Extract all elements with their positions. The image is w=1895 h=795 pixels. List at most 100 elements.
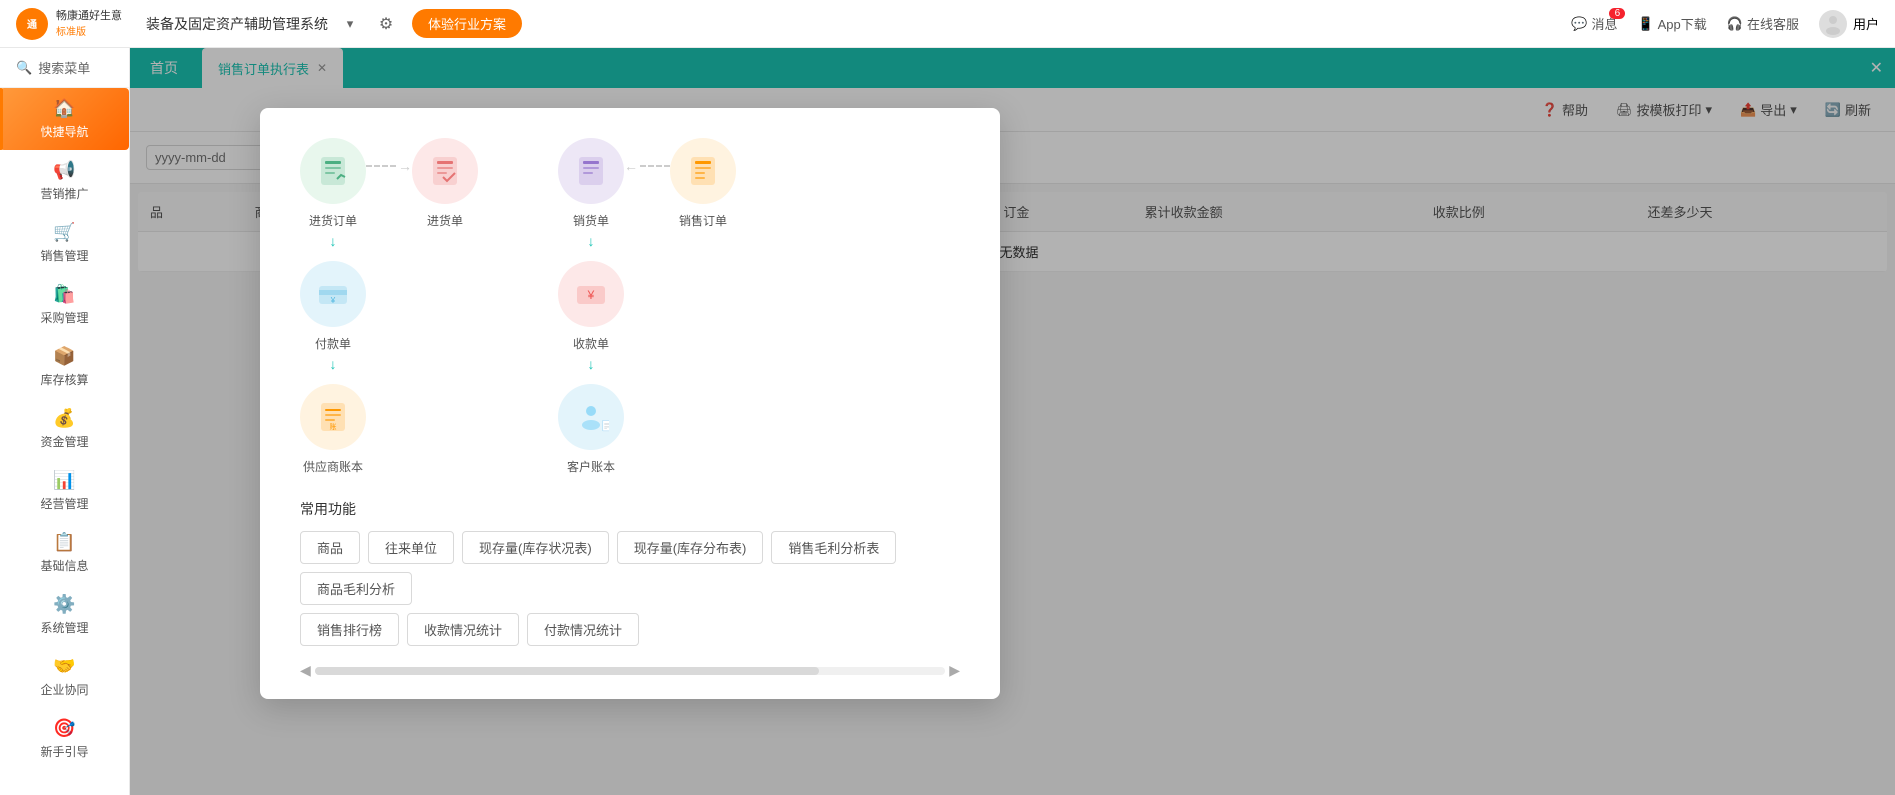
sidebar-item-operations-label: 经营管理 [40, 495, 88, 512]
svg-text:¥: ¥ [587, 288, 595, 302]
common-btn-inventory-dist[interactable]: 现存量(库存分布表) [617, 531, 764, 564]
app-logo-text: 畅康通好生意 [56, 9, 122, 23]
common-btn-sales-profit[interactable]: 销售毛利分析表 [771, 531, 896, 564]
flow-node-customer[interactable]: 📄 客户账本 [558, 384, 624, 475]
system-title: 装备及固定资产辅助管理系统 [146, 14, 328, 34]
arrow-right-2-col: ← [624, 158, 670, 174]
settings-gear-button[interactable]: ⚙ [372, 10, 400, 38]
sidebar-item-enterprise[interactable]: 🤝 企业协同 [0, 646, 129, 708]
common-btn-receipt-stats[interactable]: 收款情况统计 [407, 613, 519, 646]
content-area: 首页 销售订单执行表 ✕ ✕ ❓ 帮助 🖨 按模板打印 ▾ [130, 48, 1895, 795]
sidebar-item-quick-nav-label: 快捷导航 [40, 123, 88, 140]
down-arrow-4: ↓ [588, 356, 595, 372]
download-icon: 📱 [1637, 16, 1653, 32]
purchase-icon: 🛍️ [53, 284, 75, 305]
scroll-right-arrow[interactable]: ▶ [949, 662, 960, 679]
down-arrow-2: ↓ [330, 356, 337, 372]
flow-node-sales-order[interactable]: 销售订单 [670, 138, 736, 229]
sidebar-item-basic[interactable]: 📋 基础信息 [0, 522, 129, 584]
sidebar-item-marketing[interactable]: 📢 营销推广 [0, 150, 129, 212]
sidebar-item-basic-label: 基础信息 [40, 557, 88, 574]
flow-node-supplier[interactable]: 账 供应商账本 [300, 384, 366, 475]
sidebar: 🔍 搜索菜单 🏠 快捷导航 📢 营销推广 🛒 销售管理 🛍️ 采购管理 📦 库存… [0, 48, 130, 795]
down-arrow-3: ↓ [588, 233, 595, 249]
basic-icon: 📋 [53, 532, 75, 553]
svg-text:通: 通 [27, 19, 37, 31]
supplier-label: 供应商账本 [303, 458, 363, 475]
sidebar-item-purchase[interactable]: 🛍️ 采购管理 [0, 274, 129, 336]
sidebar-item-marketing-label: 营销推广 [40, 185, 88, 202]
common-btn-inventory-status[interactable]: 现存量(库存状况表) [462, 531, 609, 564]
operations-icon: 📊 [53, 470, 75, 491]
flow-node-payment[interactable]: ¥ 付款单 [300, 261, 366, 352]
sidebar-item-operations[interactable]: 📊 经营管理 [0, 460, 129, 522]
app-download-button[interactable]: 📱 App下载 [1637, 14, 1706, 33]
dropdown-icon[interactable]: ▾ [340, 14, 360, 34]
sidebar-item-finance[interactable]: 💰 资金管理 [0, 398, 129, 460]
flow-node-purchase-bill[interactable]: 进货单 [412, 138, 478, 229]
top-header: 通 畅康通好生意 标准版 装备及固定资产辅助管理系统 ▾ ⚙ 体验行业方案 💬 … [0, 0, 1895, 48]
sidebar-item-guide-label: 新手引导 [40, 743, 88, 760]
flow-node-sales-bill[interactable]: 销货单 [558, 138, 624, 229]
search-menu-item[interactable]: 🔍 搜索菜单 [0, 48, 129, 88]
trial-button[interactable]: 体验行业方案 [412, 9, 522, 38]
flow-col-purchase-bill: 进货单 [412, 138, 478, 229]
sales-order-circle [670, 138, 736, 204]
sidebar-item-purchase-label: 采购管理 [40, 309, 88, 326]
flow-col-sales-order: 销售订单 [670, 138, 736, 229]
scroll-left-arrow[interactable]: ◀ [300, 662, 311, 679]
common-functions-section: 常用功能 商品 往来单位 现存量(库存状况表) 现存量(库存分布表) 销售毛利分… [300, 499, 960, 646]
header-right: 💬 6 消息 📱 App下载 🎧 在线客服 用户 [1571, 10, 1879, 38]
sales-bill-circle [558, 138, 624, 204]
common-btn-payment-stats[interactable]: 付款情况统计 [527, 613, 639, 646]
sidebar-item-finance-label: 资金管理 [40, 433, 88, 450]
purchase-order-label: 进货订单 [309, 212, 357, 229]
message-icon: 💬 [1571, 16, 1587, 32]
svg-text:📄: 📄 [601, 419, 609, 432]
sidebar-item-system-label: 系统管理 [40, 619, 88, 636]
purchase-order-circle [300, 138, 366, 204]
scroll-track[interactable] [315, 667, 945, 675]
modal-scrollbar: ◀ ▶ [300, 654, 960, 679]
marketing-icon: 📢 [53, 160, 75, 181]
purchase-bill-label: 进货单 [427, 212, 463, 229]
sidebar-item-system[interactable]: ⚙️ 系统管理 [0, 584, 129, 646]
system-icon: ⚙️ [53, 594, 75, 615]
sidebar-item-sales-label: 销售管理 [40, 247, 88, 264]
app-download-label: App下载 [1658, 14, 1707, 33]
app-logo-sub: 标准版 [56, 23, 122, 38]
main-layout: 🔍 搜索菜单 🏠 快捷导航 📢 营销推广 🛒 销售管理 🛍️ 采购管理 📦 库存… [0, 48, 1895, 795]
svg-text:¥: ¥ [330, 296, 336, 305]
common-btn-product-profit[interactable]: 商品毛利分析 [300, 572, 412, 605]
common-btns-row2: 销售排行榜 收款情况统计 付款情况统计 [300, 613, 960, 646]
search-icon: 🔍 [16, 60, 32, 76]
message-button[interactable]: 💬 6 消息 [1571, 14, 1617, 33]
flow-node-receipt[interactable]: ¥ 收款单 [558, 261, 624, 352]
sidebar-item-quick-nav[interactable]: 🏠 快捷导航 [0, 88, 129, 150]
payment-label: 付款单 [315, 335, 351, 352]
purchase-bill-circle [412, 138, 478, 204]
scroll-thumb[interactable] [315, 667, 819, 675]
receipt-circle: ¥ [558, 261, 624, 327]
sales-bill-label: 销货单 [573, 212, 609, 229]
common-btn-product[interactable]: 商品 [300, 531, 360, 564]
dashed-arrow-left: ← [624, 158, 670, 174]
online-service-button[interactable]: 🎧 在线客服 [1727, 14, 1799, 33]
common-btn-sales-rank[interactable]: 销售排行榜 [300, 613, 399, 646]
payment-circle: ¥ [300, 261, 366, 327]
service-icon: 🎧 [1727, 16, 1743, 32]
header-center: 装备及固定资产辅助管理系统 ▾ ⚙ 体验行业方案 [146, 9, 1571, 38]
online-service-label: 在线客服 [1747, 14, 1799, 33]
sidebar-item-enterprise-label: 企业协同 [40, 681, 88, 698]
flow-node-purchase-order[interactable]: 进货订单 [300, 138, 366, 229]
sidebar-item-guide[interactable]: 🎯 新手引导 [0, 708, 129, 770]
sidebar-item-sales[interactable]: 🛒 销售管理 [0, 212, 129, 274]
sidebar-item-inventory[interactable]: 📦 库存核算 [0, 336, 129, 398]
flow-col-sales: 销货单 ↓ ¥ 收款单 ↓ [558, 138, 624, 475]
common-title: 常用功能 [300, 499, 960, 519]
sales-icon: 🛒 [53, 222, 75, 243]
search-menu-label: 搜索菜单 [38, 58, 90, 77]
common-btn-counterpart[interactable]: 往来单位 [368, 531, 454, 564]
user-avatar-area[interactable]: 用户 [1819, 10, 1879, 38]
dashed-arrow-right: → [366, 158, 412, 174]
